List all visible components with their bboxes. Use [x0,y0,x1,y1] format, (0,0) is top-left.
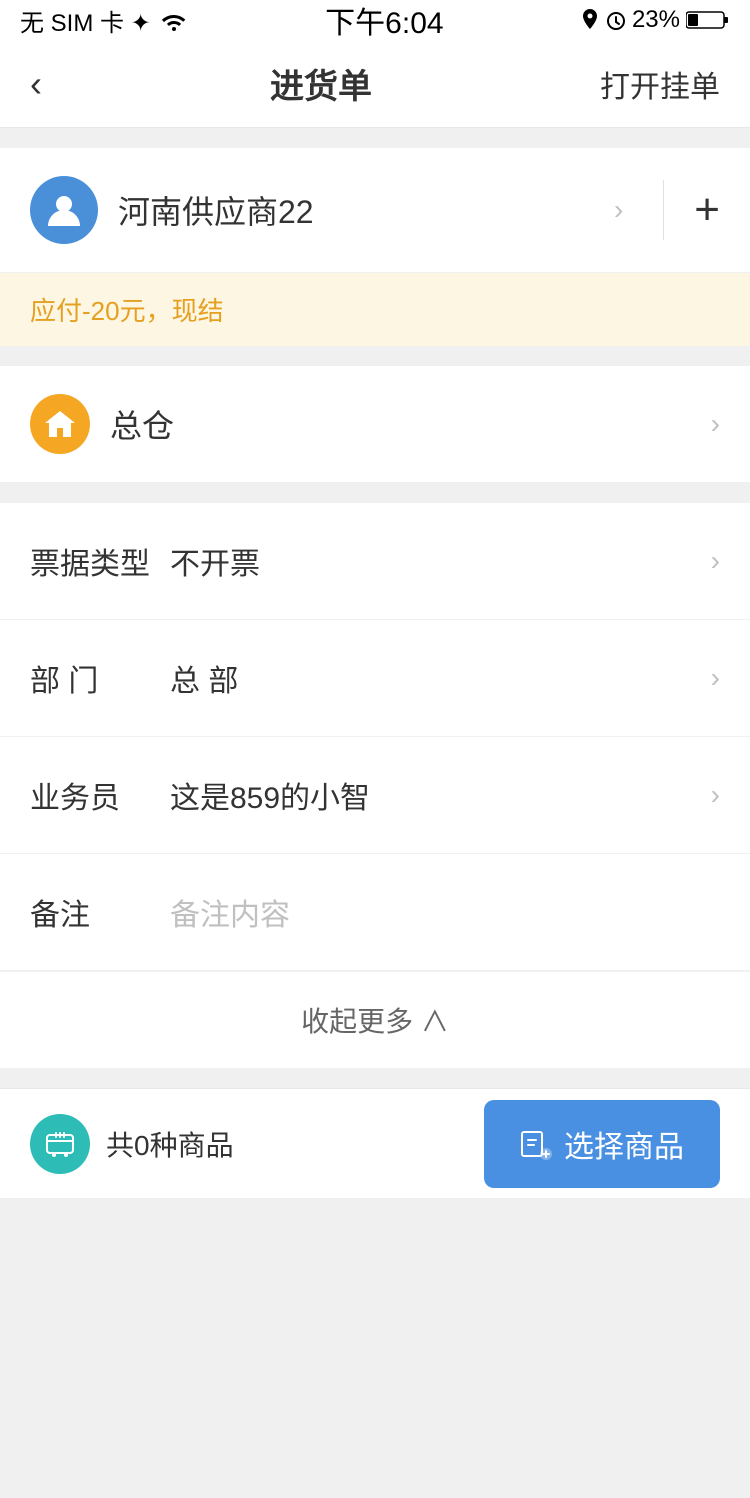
status-time: 下午6:04 [325,0,443,42]
person-icon [44,190,84,230]
select-product-icon [520,1128,552,1160]
location-icon [580,9,600,31]
department-row[interactable]: 部 门 总 部 › [0,620,750,737]
remark-label: 备注 [30,890,160,934]
section-gap-2 [0,346,750,366]
product-count-text: 共0种商品 [106,1124,234,1164]
invoice-label: 票据类型 [30,539,160,583]
section-gap-3 [0,483,750,503]
warehouse-section: 总仓 › [0,366,750,483]
salesperson-label: 业务员 [30,773,160,817]
salesperson-row[interactable]: 业务员 这是859的小智 › [0,737,750,854]
invoice-value: 不开票 [160,539,711,583]
department-arrow-icon: › [711,662,720,694]
battery-text: 23% [632,6,680,34]
warehouse-arrow-icon: › [711,408,720,440]
warehouse-row[interactable]: 总仓 › [0,366,750,483]
divider-vertical [663,180,664,240]
supplier-section: 河南供应商22 › + 应付-20元，现结 [0,148,750,346]
status-bar: 无 SIM 卡 ✦ 下午6:04 23% [0,0,750,40]
page-title: 进货单 [270,59,372,108]
home-icon [43,407,77,441]
department-label: 部 门 [30,656,160,700]
status-right: 23% [580,6,730,34]
nav-bar: ‹ 进货单 打开挂单 [0,40,750,128]
no-sim-text: 无 SIM 卡 ✦ [20,3,151,38]
page-background [0,1198,750,1498]
warehouse-icon [30,394,90,454]
open-pending-button[interactable]: 打开挂单 [600,62,720,106]
salesperson-arrow-icon: › [711,779,720,811]
remark-row[interactable]: 备注 备注内容 [0,854,750,971]
bottom-bar: 共0种商品 选择商品 [0,1088,750,1198]
section-gap-4 [0,1068,750,1088]
warehouse-name: 总仓 [110,401,711,447]
add-supplier-button[interactable]: + [694,185,720,235]
battery-icon [686,9,730,31]
department-value: 总 部 [160,656,711,700]
alarm-icon [606,9,626,31]
supplier-name: 河南供应商22 [118,187,614,233]
supplier-arrow-icon: › [614,194,623,226]
wifi-icon [159,9,189,31]
supplier-row[interactable]: 河南供应商22 › + [0,148,750,273]
section-gap-1 [0,128,750,148]
status-left: 无 SIM 卡 ✦ [20,3,189,38]
supplier-avatar [30,176,98,244]
invoice-row[interactable]: 票据类型 不开票 › [0,503,750,620]
product-icon [30,1114,90,1174]
back-button[interactable]: ‹ [30,63,42,105]
select-product-button[interactable]: 选择商品 [484,1100,720,1188]
collapse-button[interactable]: 收起更多 ∧ [0,971,750,1068]
remark-input[interactable]: 备注内容 [160,890,720,934]
form-section: 票据类型 不开票 › 部 门 总 部 › 业务员 这是859的小智 › 备注 备… [0,503,750,1068]
salesperson-value: 这是859的小智 [160,773,711,817]
cart-icon [43,1127,77,1161]
notice-bar: 应付-20元，现结 [0,273,750,346]
select-product-label: 选择商品 [564,1122,684,1166]
product-count-area: 共0种商品 [30,1114,234,1174]
invoice-arrow-icon: › [711,545,720,577]
